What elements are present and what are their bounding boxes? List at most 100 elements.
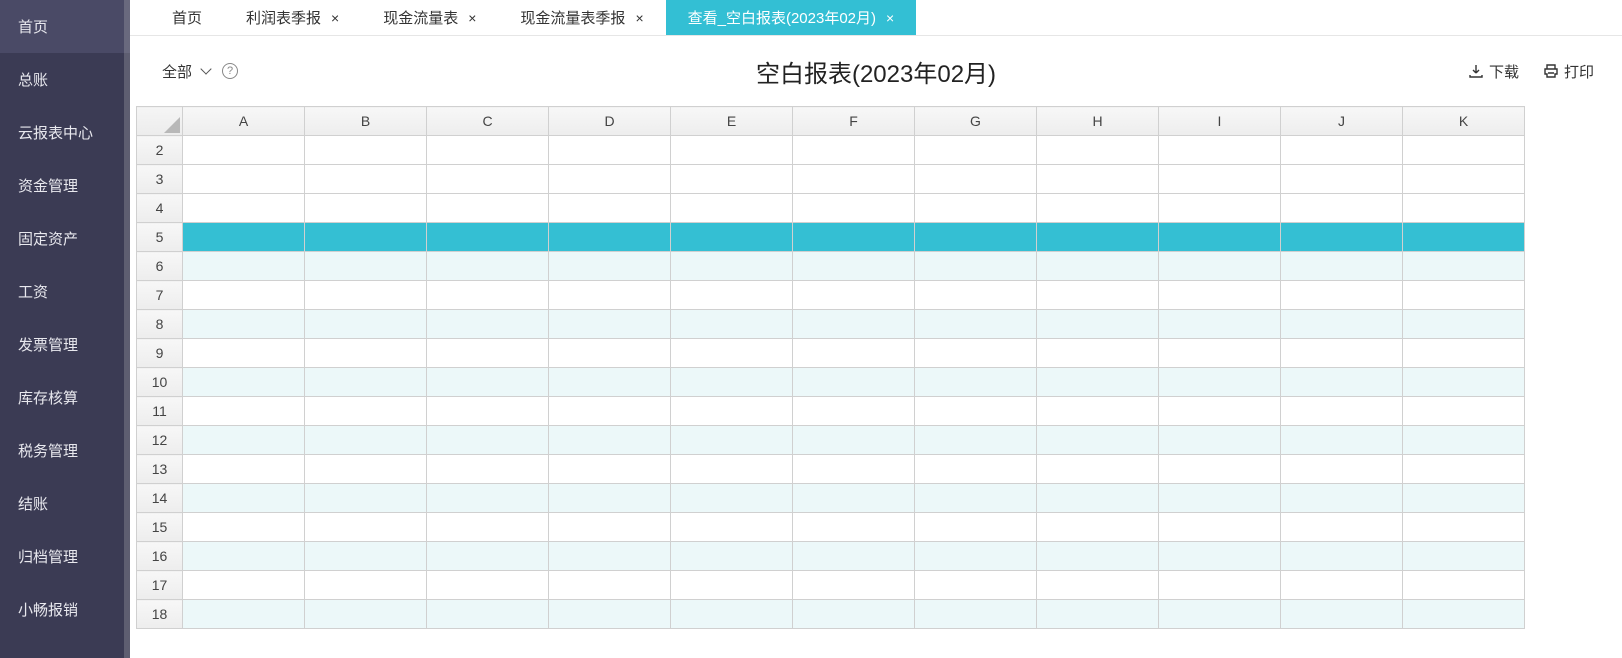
cell-B2[interactable] (305, 136, 427, 165)
cell-H13[interactable] (1037, 455, 1159, 484)
cell-C5[interactable] (427, 223, 549, 252)
cell-E2[interactable] (671, 136, 793, 165)
cell-C8[interactable] (427, 310, 549, 339)
cell-H5[interactable] (1037, 223, 1159, 252)
cell-K10[interactable] (1403, 368, 1525, 397)
cell-B7[interactable] (305, 281, 427, 310)
select-all-corner[interactable] (137, 107, 183, 136)
cell-F9[interactable] (793, 339, 915, 368)
cell-H16[interactable] (1037, 542, 1159, 571)
cell-B15[interactable] (305, 513, 427, 542)
cell-D6[interactable] (549, 252, 671, 281)
cell-G12[interactable] (915, 426, 1037, 455)
cell-A13[interactable] (183, 455, 305, 484)
cell-K3[interactable] (1403, 165, 1525, 194)
cell-B18[interactable] (305, 600, 427, 629)
row-header-13[interactable]: 13 (137, 455, 183, 484)
cell-A9[interactable] (183, 339, 305, 368)
cell-I9[interactable] (1159, 339, 1281, 368)
row-header-17[interactable]: 17 (137, 571, 183, 600)
cell-F12[interactable] (793, 426, 915, 455)
cell-C11[interactable] (427, 397, 549, 426)
cell-I11[interactable] (1159, 397, 1281, 426)
cell-B10[interactable] (305, 368, 427, 397)
cell-J14[interactable] (1281, 484, 1403, 513)
cell-C12[interactable] (427, 426, 549, 455)
cell-E17[interactable] (671, 571, 793, 600)
cell-B13[interactable] (305, 455, 427, 484)
cell-F7[interactable] (793, 281, 915, 310)
cell-H15[interactable] (1037, 513, 1159, 542)
cell-G3[interactable] (915, 165, 1037, 194)
sidebar-item-9[interactable]: 结账 (0, 477, 130, 530)
cell-J12[interactable] (1281, 426, 1403, 455)
cell-E16[interactable] (671, 542, 793, 571)
close-icon[interactable]: × (886, 10, 894, 26)
cell-E18[interactable] (671, 600, 793, 629)
cell-H2[interactable] (1037, 136, 1159, 165)
cell-D5[interactable] (549, 223, 671, 252)
cell-D9[interactable] (549, 339, 671, 368)
column-header-F[interactable]: F (793, 107, 915, 136)
cell-D14[interactable] (549, 484, 671, 513)
cell-G2[interactable] (915, 136, 1037, 165)
cell-F10[interactable] (793, 368, 915, 397)
cell-D2[interactable] (549, 136, 671, 165)
cell-J15[interactable] (1281, 513, 1403, 542)
cell-I12[interactable] (1159, 426, 1281, 455)
sidebar-item-5[interactable]: 工资 (0, 265, 130, 318)
cell-H17[interactable] (1037, 571, 1159, 600)
cell-B3[interactable] (305, 165, 427, 194)
cell-G14[interactable] (915, 484, 1037, 513)
cell-K5[interactable] (1403, 223, 1525, 252)
cell-A12[interactable] (183, 426, 305, 455)
cell-D7[interactable] (549, 281, 671, 310)
download-button[interactable]: 下载 (1468, 61, 1519, 82)
cell-I13[interactable] (1159, 455, 1281, 484)
column-header-H[interactable]: H (1037, 107, 1159, 136)
column-header-A[interactable]: A (183, 107, 305, 136)
cell-D16[interactable] (549, 542, 671, 571)
row-header-10[interactable]: 10 (137, 368, 183, 397)
sidebar-item-3[interactable]: 资金管理 (0, 159, 130, 212)
cell-H12[interactable] (1037, 426, 1159, 455)
cell-E9[interactable] (671, 339, 793, 368)
cell-D11[interactable] (549, 397, 671, 426)
cell-D15[interactable] (549, 513, 671, 542)
cell-G5[interactable] (915, 223, 1037, 252)
row-header-7[interactable]: 7 (137, 281, 183, 310)
sidebar-item-6[interactable]: 发票管理 (0, 318, 130, 371)
cell-F5[interactable] (793, 223, 915, 252)
cell-F13[interactable] (793, 455, 915, 484)
cell-A16[interactable] (183, 542, 305, 571)
column-header-C[interactable]: C (427, 107, 549, 136)
column-header-K[interactable]: K (1403, 107, 1525, 136)
cell-G17[interactable] (915, 571, 1037, 600)
close-icon[interactable]: × (468, 10, 476, 26)
cell-J4[interactable] (1281, 194, 1403, 223)
cell-K9[interactable] (1403, 339, 1525, 368)
cell-C18[interactable] (427, 600, 549, 629)
sidebar-item-2[interactable]: 云报表中心 (0, 106, 130, 159)
cell-G9[interactable] (915, 339, 1037, 368)
help-icon[interactable]: ? (222, 63, 238, 79)
cell-K12[interactable] (1403, 426, 1525, 455)
cell-K14[interactable] (1403, 484, 1525, 513)
cell-I2[interactable] (1159, 136, 1281, 165)
tab-4[interactable]: 查看_空白报表(2023年02月)× (666, 0, 917, 35)
cell-H9[interactable] (1037, 339, 1159, 368)
cell-J3[interactable] (1281, 165, 1403, 194)
cell-E8[interactable] (671, 310, 793, 339)
cell-C10[interactable] (427, 368, 549, 397)
cell-B9[interactable] (305, 339, 427, 368)
cell-G8[interactable] (915, 310, 1037, 339)
cell-F2[interactable] (793, 136, 915, 165)
cell-D3[interactable] (549, 165, 671, 194)
tab-3[interactable]: 现金流量表季报× (498, 0, 665, 35)
row-header-3[interactable]: 3 (137, 165, 183, 194)
cell-D10[interactable] (549, 368, 671, 397)
cell-H10[interactable] (1037, 368, 1159, 397)
cell-A15[interactable] (183, 513, 305, 542)
cell-C9[interactable] (427, 339, 549, 368)
cell-H14[interactable] (1037, 484, 1159, 513)
